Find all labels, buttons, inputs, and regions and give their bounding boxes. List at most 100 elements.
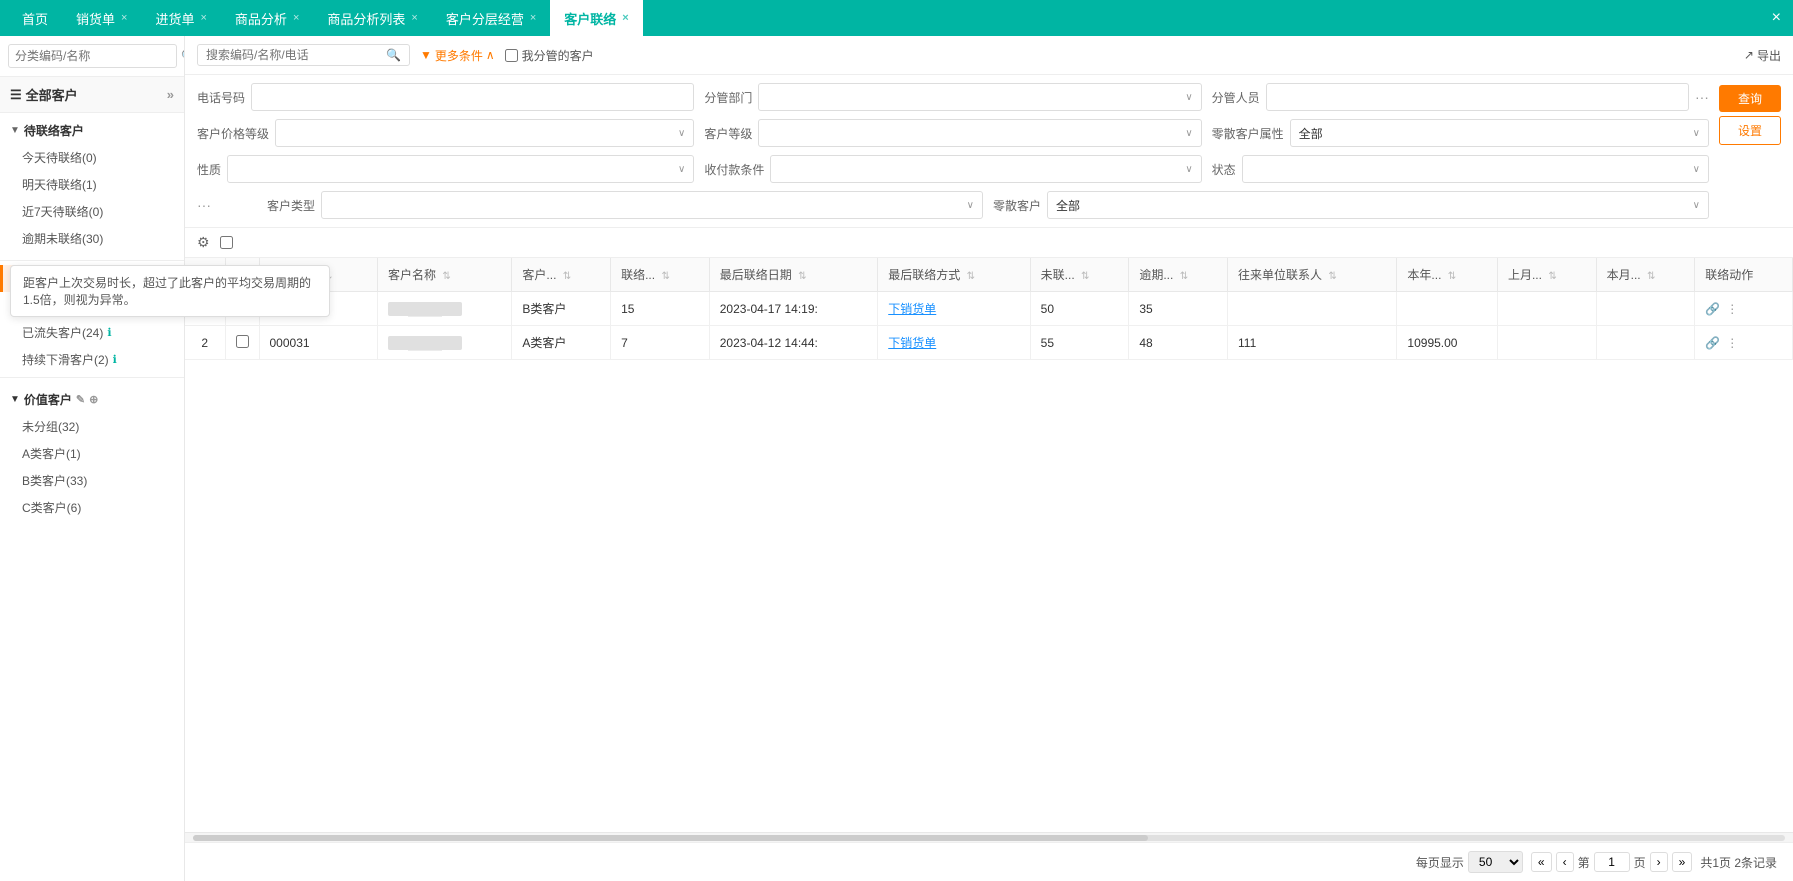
sidebar-lost-customers[interactable]: 已流失客户(24) ℹ [0, 319, 184, 346]
customer-search-input[interactable] [206, 48, 386, 62]
th-uncontacted[interactable]: 未联... ⇅ [1030, 258, 1129, 292]
filter-price-grade-select[interactable]: ∨ [275, 119, 694, 147]
sidebar-class-a[interactable]: A类客户(1) [0, 440, 184, 467]
nav-product-analysis-list-close[interactable]: × [411, 12, 417, 24]
filter-retail-customer-select[interactable]: 全部 ∨ [1047, 191, 1709, 219]
table-row: 2 000031 ████ A类客户 7 2023-04-12 14:44: 下… [185, 326, 1793, 360]
row2-last-method-link[interactable]: 下销货单 [888, 336, 936, 350]
nav-purchase-label: 进货单 [155, 9, 194, 28]
horizontal-scrollbar[interactable] [185, 832, 1793, 842]
th-name[interactable]: 客户名称 ⇅ [377, 258, 511, 292]
th-type[interactable]: 客户... ⇅ [512, 258, 611, 292]
th-contact-count[interactable]: 联络... ⇅ [611, 258, 710, 292]
sidebar-item-overdue[interactable]: 逾期未联络(30) [0, 225, 184, 252]
my-customers-checkbox[interactable] [505, 49, 518, 62]
sidebar-class-c[interactable]: C类客户(6) [0, 494, 184, 521]
query-button[interactable]: 查询 [1719, 85, 1781, 112]
filter-nature-select[interactable]: ∨ [227, 155, 694, 183]
filter-retail-attr-select[interactable]: 全部 ∨ [1290, 119, 1709, 147]
settings-button[interactable]: 设置 [1719, 116, 1781, 145]
filter-status-arrow: ∨ [1693, 164, 1700, 175]
scrollbar-track[interactable] [193, 835, 1785, 841]
table-settings-icon[interactable]: ⚙ [197, 234, 210, 251]
customer-search-icon[interactable]: 🔍 [386, 48, 401, 62]
nav-home-label: 首页 [22, 9, 48, 28]
row1-last-method-link[interactable]: 下销货单 [888, 302, 936, 316]
nav-product-analysis-list[interactable]: 商品分析列表 × [313, 0, 431, 36]
filter-retail-customer-label: 零散客户 [993, 197, 1041, 214]
per-page-select[interactable]: 50 100 200 [1468, 851, 1523, 873]
filter-status-select[interactable]: ∨ [1242, 155, 1709, 183]
th-last-date[interactable]: 最后联络日期 ⇅ [709, 258, 877, 292]
next-page-btn[interactable]: › [1650, 852, 1668, 872]
th-last-method-sort: ⇅ [967, 271, 975, 282]
filter-payment-select[interactable]: ∨ [770, 155, 1201, 183]
nav-sales[interactable]: 销货单 × [62, 0, 141, 36]
th-overdue[interactable]: 逾期... ⇅ [1129, 258, 1228, 292]
th-last-method[interactable]: 最后联络方式 ⇅ [878, 258, 1030, 292]
nav-customer-segment[interactable]: 客户分层经营 × [432, 0, 550, 36]
value-customers-title[interactable]: ▼ 价值客户 ✎ ⊕ [0, 386, 184, 413]
td-row2-last-method[interactable]: 下销货单 [878, 326, 1030, 360]
all-customers-header[interactable]: ☰ 全部客户 » [0, 77, 184, 113]
nav-customer-segment-close[interactable]: × [530, 12, 536, 24]
row2-name-blur: ████ [388, 336, 462, 350]
td-row1-uncontacted: 50 [1030, 292, 1129, 326]
first-page-btn[interactable]: « [1531, 852, 1552, 872]
td-row2-type: A类客户 [512, 326, 611, 360]
th-type-sort: ⇅ [563, 271, 571, 282]
filter-customer-type-select[interactable]: ∨ [321, 191, 983, 219]
filter-retail-customer-arrow: ∨ [1693, 200, 1700, 211]
row1-action-qr-icon[interactable]: ⋮ [1726, 302, 1738, 316]
nav-home[interactable]: 首页 [8, 0, 62, 36]
row2-action-link-icon[interactable]: 🔗 [1705, 336, 1720, 350]
waiting-contact-title[interactable]: ▼ 待联络客户 [0, 117, 184, 144]
filter-retail-customer-value: 全部 [1056, 197, 1080, 214]
more-conditions-btn[interactable]: ▼ 更多条件 ∧ [420, 47, 495, 64]
filter-dept-select[interactable]: ∨ [758, 83, 1201, 111]
filter-row4-dots[interactable]: ··· [197, 197, 211, 213]
nav-product-analysis[interactable]: 商品分析 × [221, 0, 313, 36]
td-row2-checkbox[interactable] [225, 326, 259, 360]
nav-sales-close[interactable]: × [121, 12, 127, 24]
td-row1-last-method[interactable]: 下销货单 [878, 292, 1030, 326]
select-all-checkbox[interactable] [220, 236, 233, 249]
row2-checkbox[interactable] [236, 335, 249, 348]
filter-customer-grade-select[interactable]: ∨ [758, 119, 1201, 147]
nav-purchase-close[interactable]: × [200, 12, 206, 24]
sidebar-item-today[interactable]: 今天待联络(0) [0, 144, 184, 171]
filter-person-input[interactable] [1266, 83, 1689, 111]
sidebar-item-tomorrow[interactable]: 明天待联络(1) [0, 171, 184, 198]
sidebar-ungrouped[interactable]: 未分组(32) [0, 413, 184, 440]
nav-product-analysis-close[interactable]: × [293, 12, 299, 24]
nav-customer-contact[interactable]: 客户联络 × [550, 0, 642, 36]
row1-action-link-icon[interactable]: 🔗 [1705, 302, 1720, 316]
export-btn[interactable]: ↗ 导出 [1744, 47, 1781, 64]
scrollbar-thumb[interactable] [193, 835, 1148, 841]
th-related-person-label: 往来单位联系人 [1238, 268, 1322, 282]
filter-phone-input[interactable] [251, 83, 694, 111]
last-page-btn[interactable]: » [1672, 852, 1693, 872]
sidebar-class-b[interactable]: B类客户(33) [0, 467, 184, 494]
th-this-month[interactable]: 本月... ⇅ [1596, 258, 1695, 292]
nav-purchase[interactable]: 进货单 × [141, 0, 220, 36]
value-customers-add-icon[interactable]: ⊕ [89, 393, 98, 406]
window-close-icon[interactable]: × [1772, 9, 1781, 27]
prev-page-btn[interactable]: ‹ [1556, 852, 1574, 872]
th-last-date-sort: ⇅ [798, 271, 806, 282]
sidebar-declining-customers[interactable]: 持续下滑客户(2) ℹ [0, 346, 184, 373]
nav-customer-contact-close[interactable]: × [622, 12, 628, 24]
th-last-month[interactable]: 上月... ⇅ [1497, 258, 1596, 292]
sidebar-search-input[interactable] [8, 44, 177, 68]
page-input[interactable] [1594, 852, 1630, 872]
td-row2-contact-count: 7 [611, 326, 710, 360]
th-related-person[interactable]: 往来单位联系人 ⇅ [1228, 258, 1397, 292]
filter-icon: ▼ [420, 48, 432, 62]
filter-person-dots[interactable]: ··· [1695, 89, 1709, 105]
filter-nature-cell: 性质 ∨ [197, 155, 694, 183]
value-customers-edit-icon[interactable]: ✎ [76, 393, 85, 406]
sidebar-collapse-btn[interactable]: » [167, 87, 174, 102]
row2-action-qr-icon[interactable]: ⋮ [1726, 336, 1738, 350]
th-this-year[interactable]: 本年... ⇅ [1397, 258, 1498, 292]
sidebar-item-7days[interactable]: 近7天待联络(0) [0, 198, 184, 225]
